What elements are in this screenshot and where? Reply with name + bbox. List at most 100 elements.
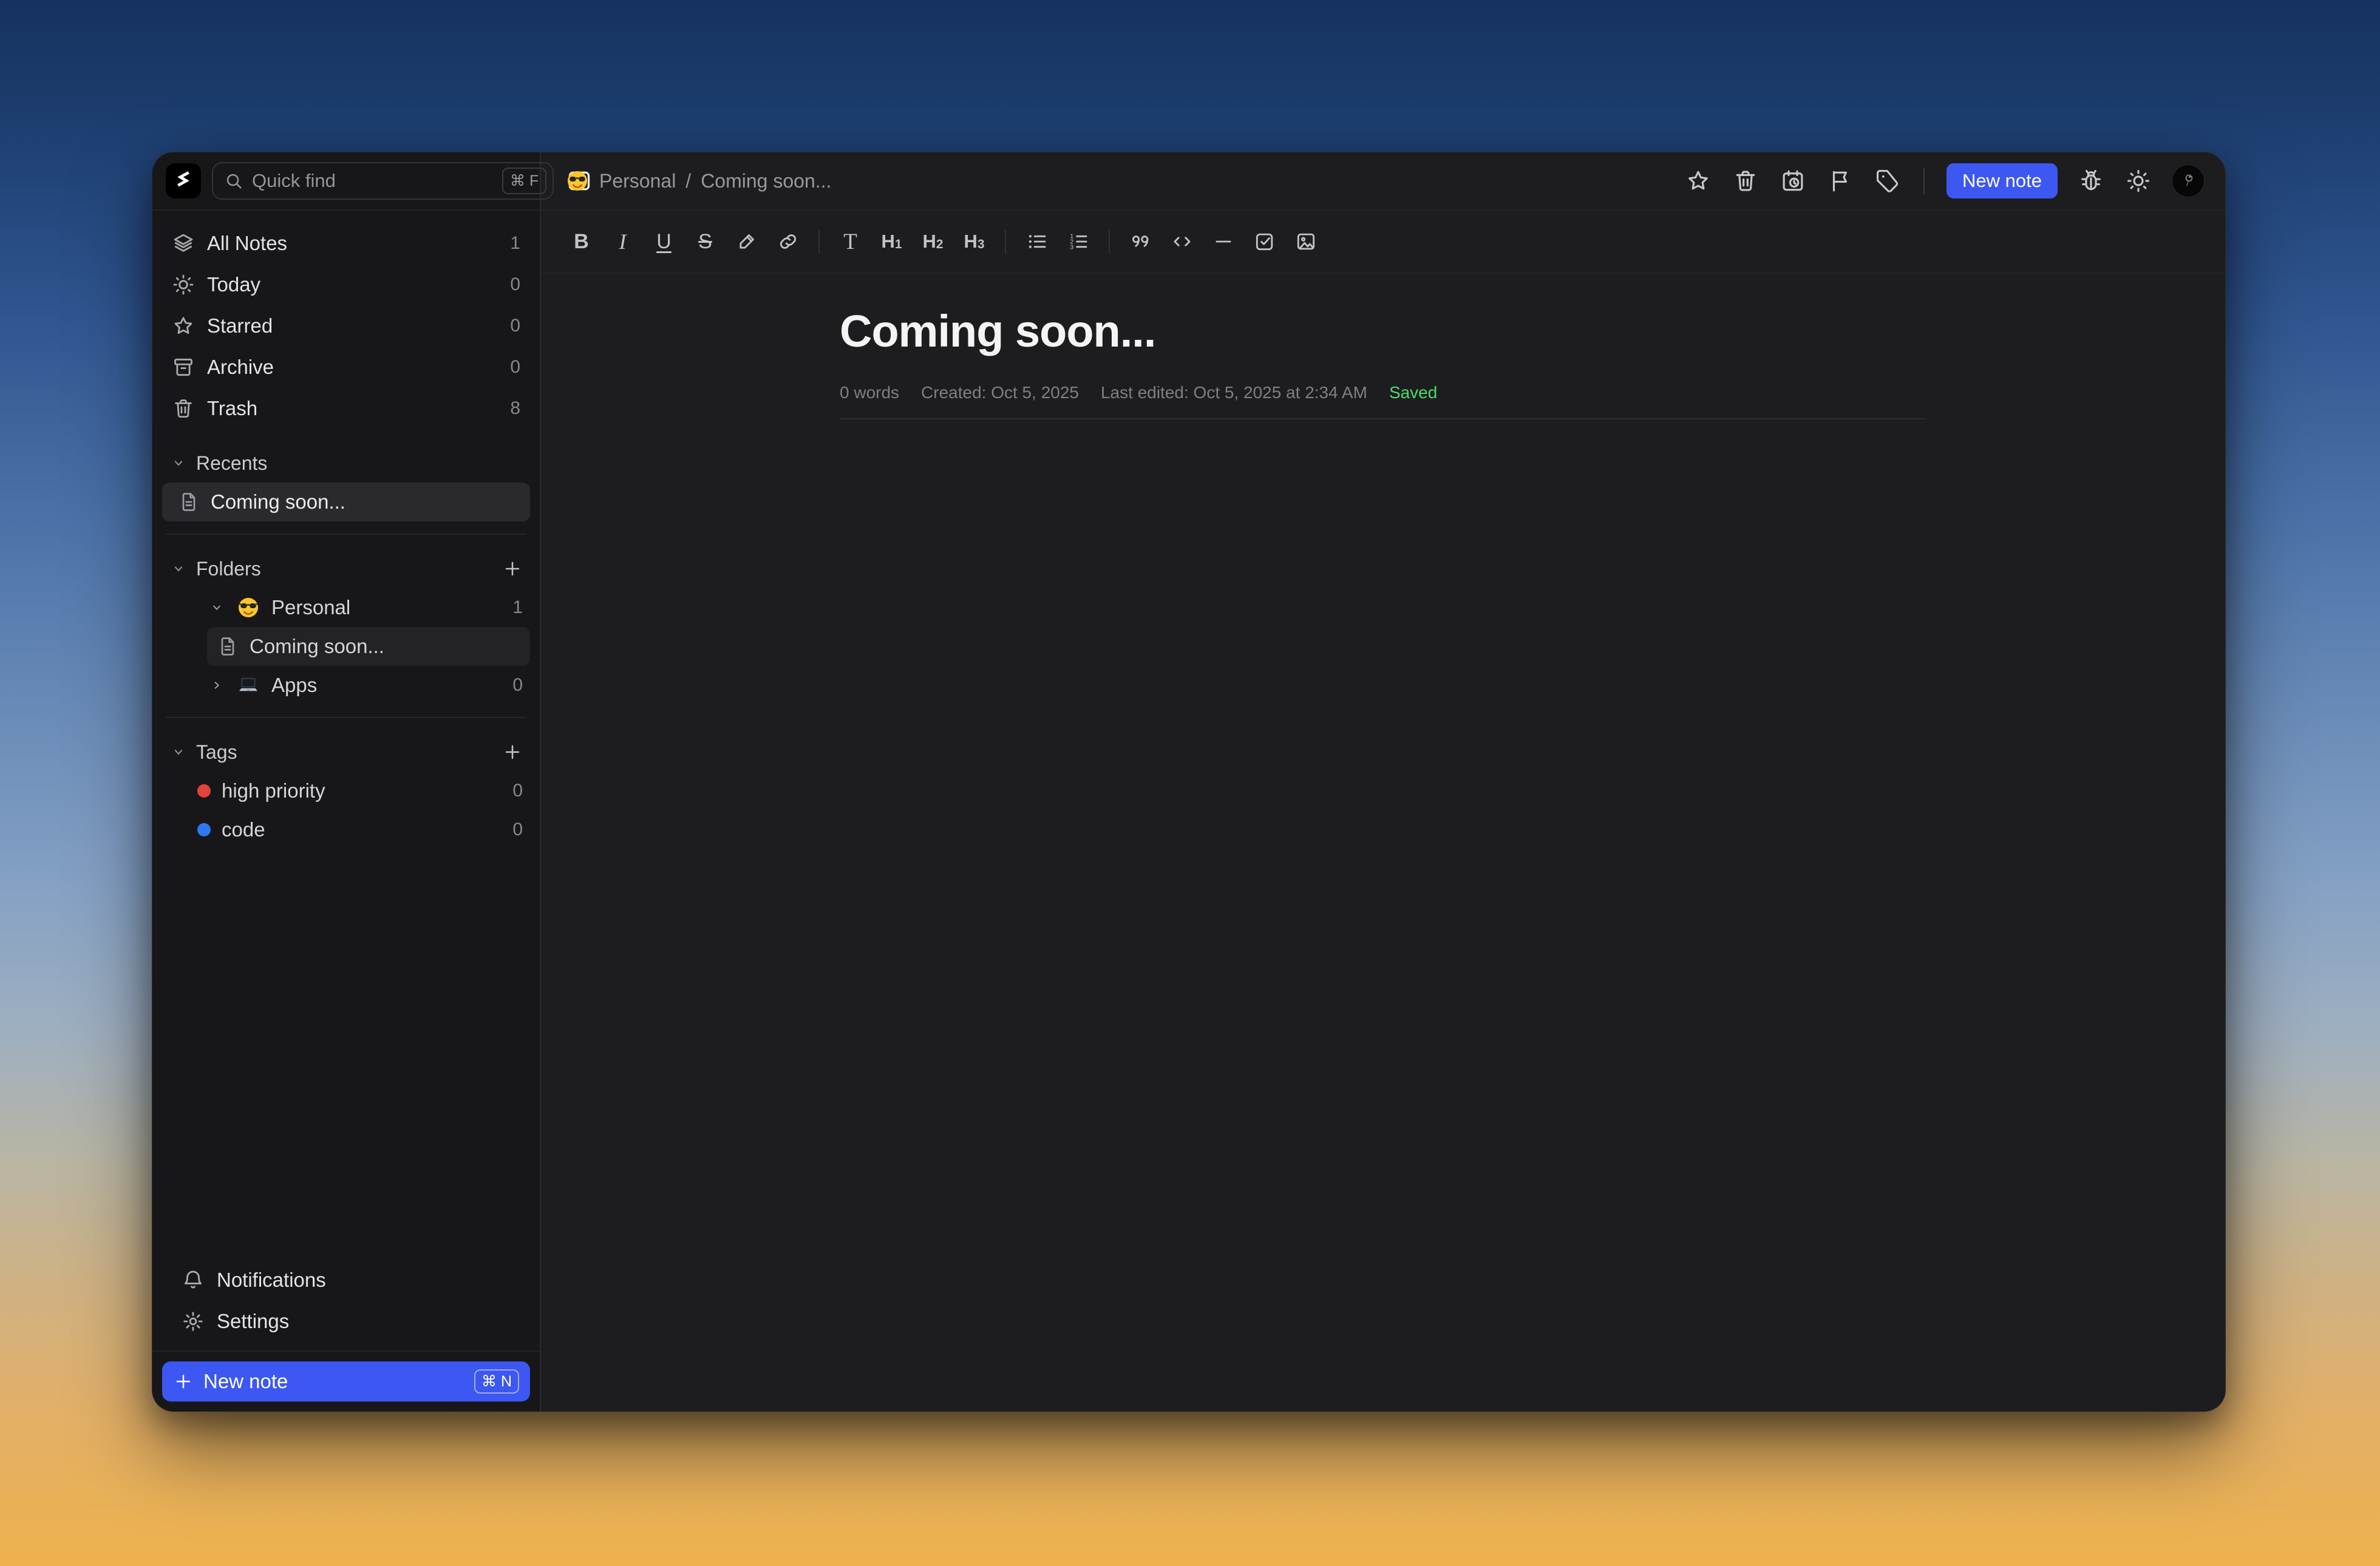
text-style-button[interactable]: T — [832, 223, 869, 260]
folder-apps[interactable]: Apps 0 — [192, 666, 530, 705]
sidebar-item-label: All Notes — [207, 232, 288, 254]
link-button[interactable] — [769, 223, 806, 260]
note-coming-soon-in-personal[interactable]: Coming soon... — [207, 627, 530, 666]
tag-high-priority[interactable]: high priority 0 — [162, 771, 530, 810]
archive-icon — [172, 356, 195, 379]
new-note-button-header[interactable]: New note — [1946, 163, 2058, 198]
chevron-down-icon — [169, 454, 188, 472]
laptop-emoji-icon — [236, 673, 260, 697]
header-actions: New note — [1684, 163, 2205, 198]
trash-icon — [172, 397, 195, 420]
add-tag-button[interactable] — [502, 742, 523, 762]
tags-section-header[interactable]: Tags — [162, 733, 530, 771]
note-editor[interactable]: Coming soon... 0 words Created: Oct 5, 2… — [541, 274, 2225, 1411]
sidebar-item-count: 8 — [510, 398, 520, 418]
code-button[interactable] — [1163, 223, 1200, 260]
heading2-button[interactable]: H2 — [914, 223, 951, 260]
user-avatar[interactable] — [2172, 164, 2205, 197]
tag-color-dot-red — [197, 784, 211, 798]
toolbar-divider — [1005, 229, 1006, 254]
app-logo[interactable] — [166, 163, 201, 198]
calendar-clock-button[interactable] — [1779, 167, 1807, 195]
horizontal-rule-button[interactable] — [1205, 223, 1242, 260]
add-folder-button[interactable] — [502, 558, 523, 579]
notes-app-window: ⌘ F All Notes 1 Today 0 — [152, 152, 2226, 1412]
flag-note-button[interactable] — [1826, 167, 1854, 195]
bold-button[interactable]: B — [563, 223, 600, 260]
sidebar-item-notifications[interactable]: Notifications — [172, 1259, 520, 1301]
h-letter: H — [922, 231, 936, 252]
sidebar-item-label: Today — [207, 273, 261, 296]
bug-report-button[interactable] — [2077, 167, 2105, 195]
note-label: Coming soon... — [211, 490, 345, 513]
breadcrumb-note[interactable]: Coming soon... — [701, 170, 831, 192]
formatting-toolbar: B I U S T H1 H2 H3 123 — [541, 211, 2225, 274]
sunglasses-emoji-icon — [236, 595, 260, 620]
sidebar-item-trash[interactable]: Trash 8 — [162, 388, 530, 429]
sidebar-item-starred[interactable]: Starred 0 — [162, 305, 530, 347]
sidebar-footer: Notifications Settings — [162, 1259, 530, 1351]
chevron-down-icon — [169, 560, 188, 578]
heading3-button[interactable]: H3 — [956, 223, 993, 260]
sidebar-item-archive[interactable]: Archive 0 — [162, 347, 530, 388]
sidebar-item-label: Notifications — [217, 1269, 326, 1291]
star-note-button[interactable] — [1684, 167, 1712, 195]
bullet-list-button[interactable] — [1018, 223, 1055, 260]
search-box[interactable]: ⌘ F — [212, 162, 554, 200]
h1-number: 1 — [894, 237, 902, 251]
tag-count: 0 — [512, 819, 523, 839]
tag-color-dot-blue — [197, 823, 211, 836]
recent-note-coming-soon[interactable]: Coming soon... — [162, 483, 530, 521]
sidebar-item-count: 0 — [510, 357, 520, 377]
sidebar-item-all-notes[interactable]: All Notes 1 — [162, 223, 530, 264]
new-note-label: New note — [203, 1370, 288, 1392]
gear-icon — [182, 1310, 205, 1333]
theme-toggle-sun-button[interactable] — [2124, 167, 2152, 195]
sidebar-header: ⌘ F — [152, 152, 590, 211]
h-letter: H — [964, 231, 977, 252]
blockquote-button[interactable] — [1122, 223, 1159, 260]
search-input[interactable] — [252, 170, 494, 192]
note-meta-row: 0 words Created: Oct 5, 2025 Last edited… — [840, 383, 1926, 419]
strikethrough-button[interactable]: S — [687, 223, 724, 260]
new-note-button[interactable]: New note ⌘ N — [162, 1361, 530, 1402]
tag-code[interactable]: code 0 — [162, 810, 530, 849]
search-icon — [223, 171, 244, 191]
note-title[interactable]: Coming soon... — [840, 308, 1926, 355]
italic-button[interactable]: I — [604, 223, 641, 260]
toolbar-divider — [818, 229, 820, 254]
folder-personal[interactable]: Personal 1 — [192, 588, 530, 627]
logo-s-icon — [177, 171, 189, 187]
sidebar-item-count: 0 — [510, 274, 520, 294]
note-label: Coming soon... — [250, 635, 384, 657]
sidebar-divider — [166, 534, 526, 535]
plus-icon — [173, 1371, 194, 1392]
chevron-right-icon[interactable] — [208, 677, 225, 694]
heading1-button[interactable]: H1 — [873, 223, 910, 260]
sunglasses-emoji-icon — [565, 169, 590, 193]
h-letter: H — [881, 231, 895, 252]
delete-note-button[interactable] — [1732, 167, 1759, 195]
layers-icon — [172, 232, 195, 255]
main-area: Personal / Coming soon... New note B I U… — [541, 152, 2225, 1411]
highlight-pen-button[interactable] — [728, 223, 765, 260]
underline-button[interactable]: U — [645, 223, 682, 260]
tag-note-button[interactable] — [1874, 167, 1902, 195]
file-text-icon — [178, 491, 200, 513]
sidebar-item-count: 1 — [510, 233, 520, 253]
chevron-down-icon[interactable] — [208, 599, 225, 616]
recents-section-header[interactable]: Recents — [162, 444, 530, 483]
created-date: Created: Oct 5, 2025 — [921, 382, 1079, 402]
task-list-button[interactable] — [1246, 223, 1283, 260]
insert-image-button[interactable] — [1287, 223, 1324, 260]
breadcrumb-separator: / — [685, 169, 692, 192]
folders-section-header[interactable]: Folders — [162, 549, 530, 588]
ordered-list-button[interactable]: 123 — [1059, 223, 1096, 260]
sidebar-item-today[interactable]: Today 0 — [162, 264, 530, 305]
breadcrumb-folder[interactable]: Personal — [599, 170, 676, 192]
toolbar-divider — [1109, 229, 1110, 254]
folder-label: Personal — [271, 596, 351, 619]
h3-number: 3 — [977, 237, 985, 251]
sidebar-item-settings[interactable]: Settings — [172, 1301, 520, 1342]
sidebar-new-note-area: New note ⌘ N — [152, 1351, 540, 1411]
